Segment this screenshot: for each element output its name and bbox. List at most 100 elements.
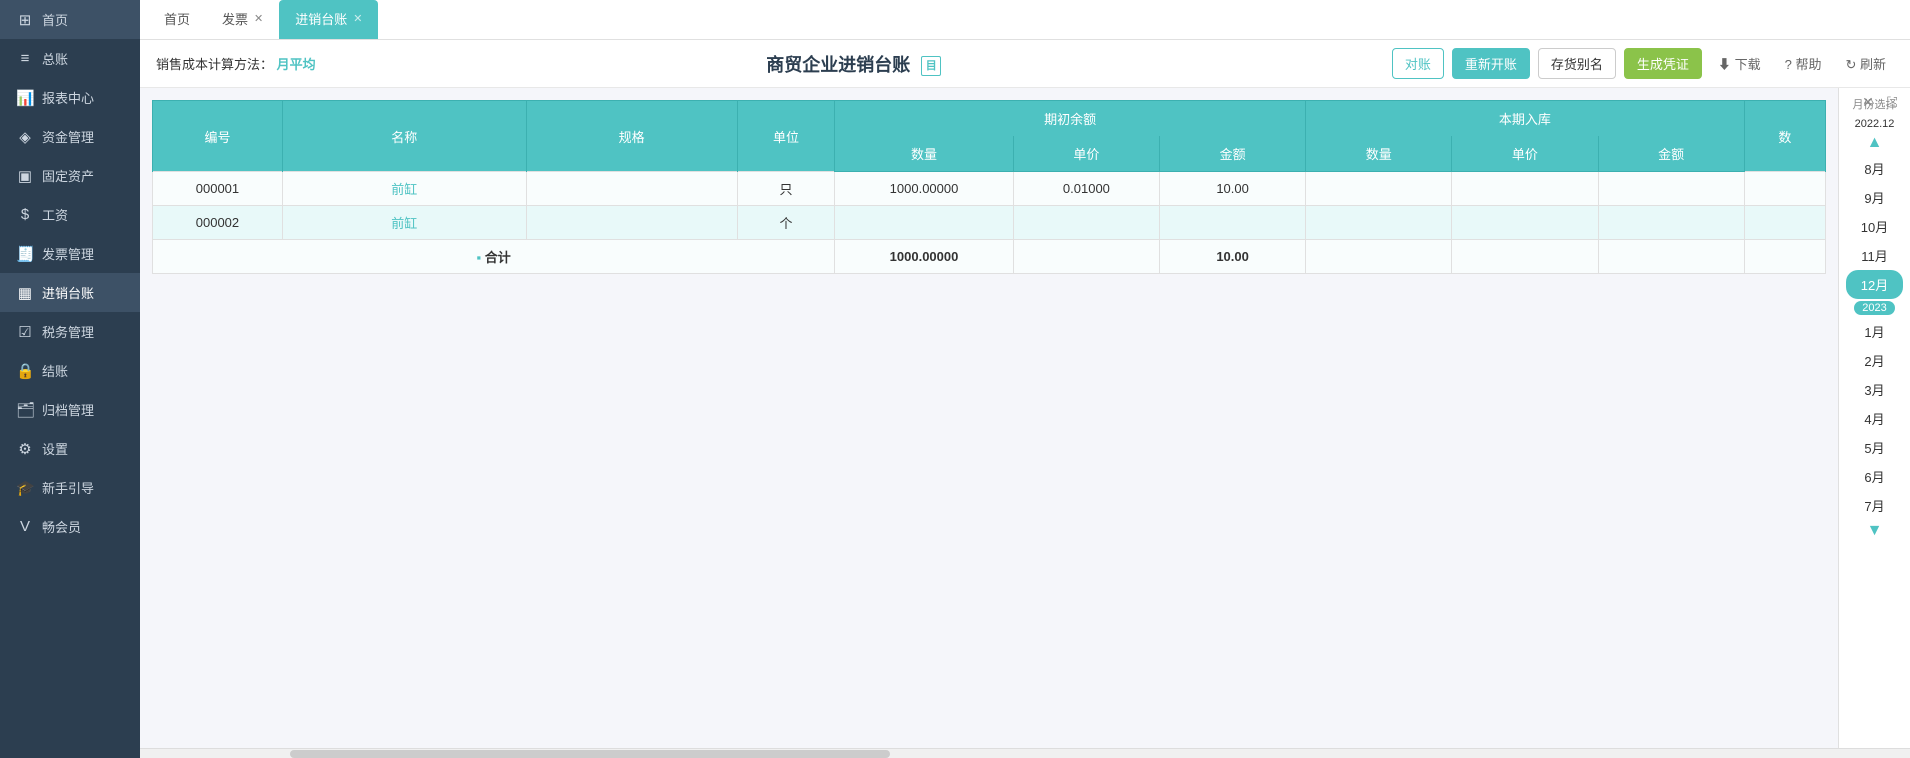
sidebar-item-vip-member[interactable]: V 畅会员 [0,507,140,546]
month-4[interactable]: 4月 [1839,404,1910,433]
cell-out [1744,172,1825,206]
reopen-button[interactable]: 重新开账 [1452,48,1530,79]
report-icon: 📊 [16,89,34,107]
scrollbar-area[interactable] [140,748,1910,758]
month-scroll-down[interactable]: ▼ [1867,520,1883,542]
month-5[interactable]: 5月 [1839,433,1910,462]
sidebar-item-purchase-sales[interactable]: ▦ 进销台账 [0,273,140,312]
scrollbar-thumb[interactable] [290,750,890,758]
generate-voucher-button[interactable]: 生成凭证 [1624,48,1702,79]
help-button[interactable]: ? 帮助 [1777,49,1830,78]
payroll-icon: $ [16,206,34,223]
total-in-amount [1598,240,1744,274]
sidebar-item-label: 首页 [42,10,68,29]
year-2023-badge: 2023 [1854,301,1894,315]
tab-label: 发票 [222,9,248,28]
month-2[interactable]: 2月 [1839,346,1910,375]
tab-label: 首页 [164,9,190,28]
month-7[interactable]: 7月 [1839,491,1910,520]
cell-code: 000002 [153,206,283,240]
reconcile-button[interactable]: 对账 [1392,48,1444,79]
download-button[interactable]: ⬇ 下载 [1710,49,1769,78]
cell-open-price [1013,206,1159,240]
sidebar-item-new-user-guide[interactable]: 🎓 新手引导 [0,468,140,507]
sidebar-item-fund-management[interactable]: ◈ 资金管理 [0,117,140,156]
cell-unit: 只 [737,172,834,206]
tax-icon: ☑ [16,323,34,341]
sidebar-item-report-center[interactable]: 📊 报表中心 [0,78,140,117]
cell-open-qty [835,206,1014,240]
tab-invoice[interactable]: 发票 ✕ [206,0,279,39]
month-11[interactable]: 11月 [1839,241,1910,270]
tab-purchase-sales[interactable]: 进销台账 ✕ [279,0,378,39]
home-icon: ⊞ [16,11,34,29]
cell-out [1744,206,1825,240]
save-alias-button[interactable]: 存货别名 [1538,48,1616,79]
table-row: 000002 前缸 个 [153,206,1826,240]
month-1[interactable]: 1月 [1839,317,1910,346]
sidebar-item-payroll[interactable]: $ 工资 [0,195,140,234]
month-panel: 月份选择 2022.12 ▲ 8月 9月 10月 11月 12月 2023 1月… [1838,88,1910,748]
month-3[interactable]: 3月 [1839,375,1910,404]
th-opening-balance: 期初余额 [835,101,1306,137]
name-link[interactable]: 前缸 [391,216,417,231]
cell-code: 000001 [153,172,283,206]
sidebar-item-archive-management[interactable]: 🗂 归档管理 [0,390,140,429]
sidebar-item-fixed-assets[interactable]: ▣ 固定资产 [0,156,140,195]
tab-close-purchase-sales[interactable]: ✕ [353,12,362,25]
cell-open-price: 0.01000 [1013,172,1159,206]
close-icon: ✕ [1862,94,1874,111]
total-open-price [1013,240,1159,274]
sidebar-item-tax-management[interactable]: ☑ 税务管理 [0,312,140,351]
sidebar-item-settings[interactable]: ⚙ 设置 [0,429,140,468]
maximize-icon: ⛶ [1887,94,1897,111]
month-8[interactable]: 8月 [1839,154,1910,183]
page-title-icon[interactable]: 目 [921,56,941,76]
cell-name: 前缸 [282,172,526,206]
close-window-button[interactable]: ✕ [1858,92,1878,112]
ledger-icon: ≡ [16,50,34,67]
refresh-button[interactable]: ↻ 刷新 [1837,49,1894,78]
sidebar-item-general-ledger[interactable]: ≡ 总账 [0,39,140,78]
cell-spec [526,172,737,206]
action-buttons: 对账 重新开账 存货别名 生成凭证 ⬇ 下载 ? 帮助 ↻ 刷新 [1392,48,1894,79]
tab-home[interactable]: 首页 [148,0,206,39]
sidebar-item-label: 税务管理 [42,322,94,341]
cell-open-amount: 10.00 [1160,172,1306,206]
year-2022-label: 2022.12 [1855,116,1895,132]
month-6[interactable]: 6月 [1839,462,1910,491]
th-open-qty: 数量 [835,136,1014,172]
month-9[interactable]: 9月 [1839,183,1910,212]
cell-open-amount [1160,206,1306,240]
th-in-qty: 数量 [1306,136,1452,172]
sidebar-item-label: 资金管理 [42,127,94,146]
main-area: 首页 发票 ✕ 进销台账 ✕ 销售成本计算方法： 月平均 商贸企业进销台账 目 … [140,0,1910,758]
name-link[interactable]: 前缸 [391,182,417,197]
month-10[interactable]: 10月 [1839,212,1910,241]
window-controls: ✕ ⛶ [1850,88,1910,116]
month-12[interactable]: 12月 [1846,270,1903,299]
archive-icon: 🗂 [16,401,34,419]
sidebar: ⊞ 首页 ≡ 总账 📊 报表中心 ◈ 资金管理 ▣ 固定资产 $ 工资 🧾 发票… [0,0,140,758]
cell-unit: 个 [737,206,834,240]
table-area: 编号 名称 规格 单位 期初余额 本期入库 数 数量 单价 金额 数量 单价 [140,88,1838,748]
assets-icon: ▣ [16,167,34,185]
content-area: ✕ ⛶ 编号 名称 规格 单位 期初余额 本期入库 数 [140,88,1910,748]
sidebar-item-home[interactable]: ⊞ 首页 [0,0,140,39]
guide-icon: 🎓 [16,479,34,497]
sidebar-item-label: 归档管理 [42,400,94,419]
total-open-qty: 1000.00000 [835,240,1014,274]
page-title: 商贸企业进销台账 目 [316,51,1392,77]
sidebar-item-label: 总账 [42,49,68,68]
refresh-icon: ↻ [1845,57,1856,72]
cell-open-qty: 1000.00000 [835,172,1014,206]
table-row: 000001 前缸 只 1000.00000 0.01000 10.00 [153,172,1826,206]
sidebar-item-closing[interactable]: 🔒 结账 [0,351,140,390]
main-table: 编号 名称 规格 单位 期初余额 本期入库 数 数量 单价 金额 数量 单价 [152,100,1826,274]
total-out [1744,240,1825,274]
sidebar-item-invoice-management[interactable]: 🧾 发票管理 [0,234,140,273]
maximize-window-button[interactable]: ⛶ [1882,92,1902,112]
total-label: ▪ 合计 [153,240,835,274]
tab-close-invoice[interactable]: ✕ [254,12,263,25]
month-scroll-up[interactable]: ▲ [1867,132,1883,154]
